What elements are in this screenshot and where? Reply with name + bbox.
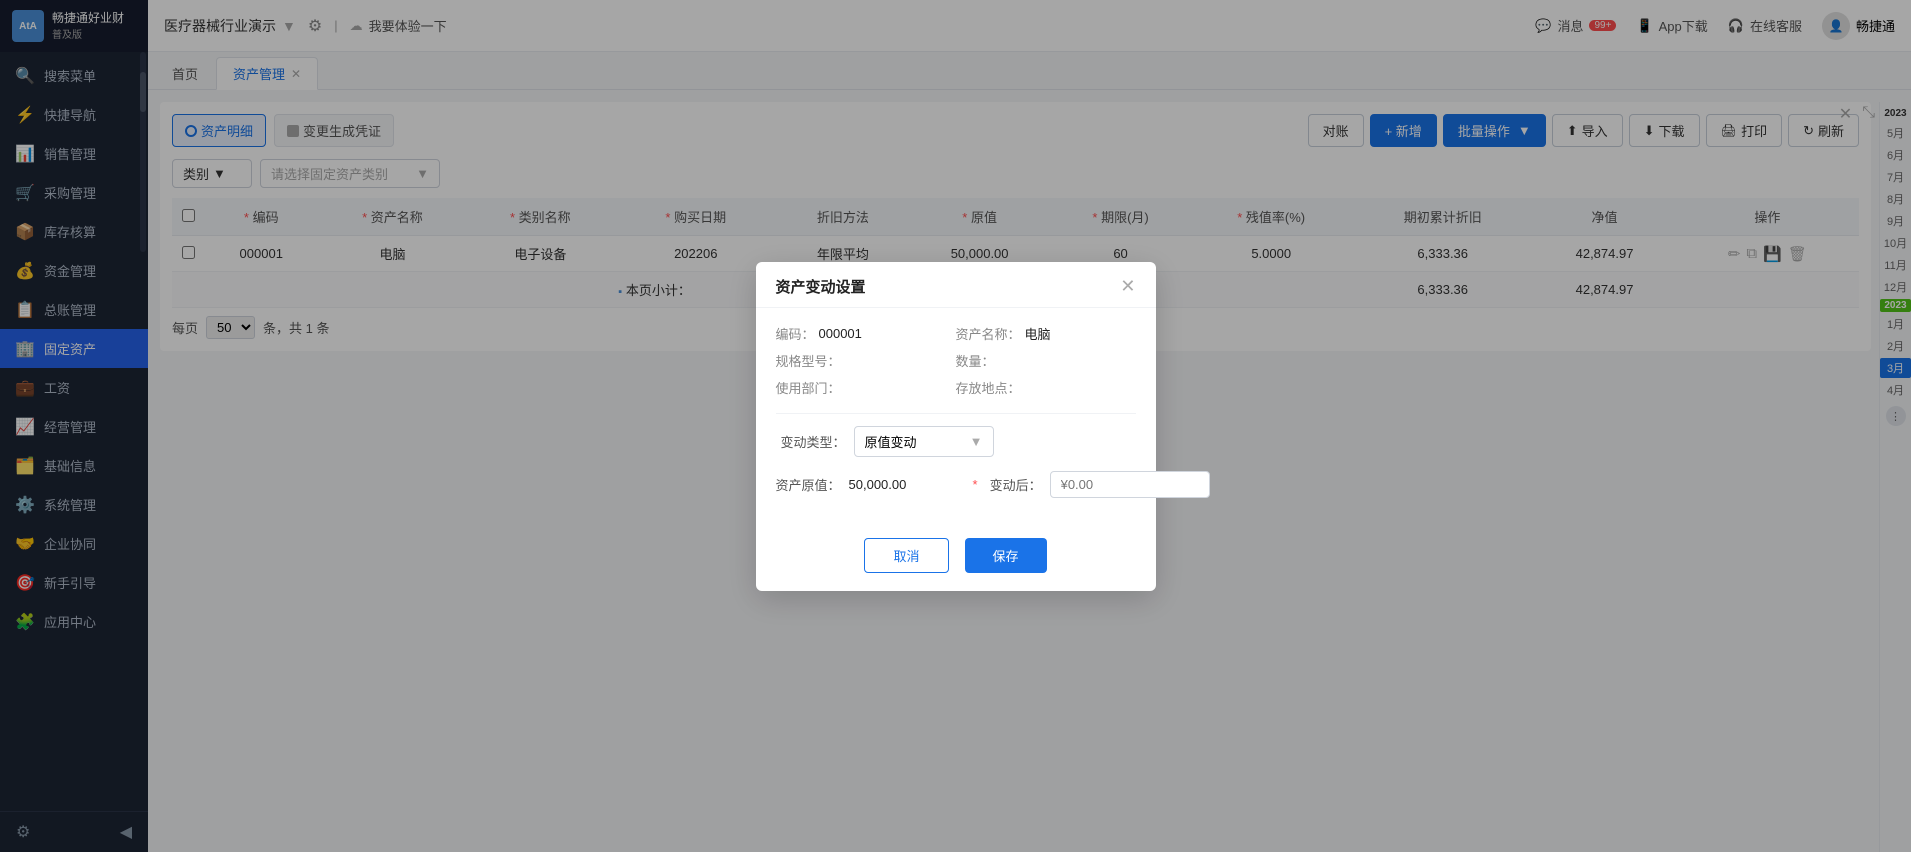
change-type-chevron-icon: ▼ [970, 434, 983, 449]
modal-overlay: 资产变动设置 ✕ 编码： 000001 资产名称： 电脑 规格型号： 数 [0, 0, 1911, 852]
dialog-spec-row: 规格型号： [776, 351, 956, 370]
dialog-value-row: 资产原值： 50,000.00 * 变动后： [776, 471, 1136, 498]
dialog-info-grid: 编码： 000001 资产名称： 电脑 规格型号： 数量： 使用部门： [776, 324, 1136, 397]
change-type-select[interactable]: 原值变动 ▼ [854, 426, 994, 457]
dialog-name-row: 资产名称： 电脑 [956, 324, 1136, 343]
after-value-input[interactable] [1050, 471, 1210, 498]
required-mark: * [973, 477, 978, 492]
dialog-divider [776, 413, 1136, 414]
dialog-code-row: 编码： 000001 [776, 324, 956, 343]
save-button[interactable]: 保存 [965, 538, 1047, 573]
dialog-close-button[interactable]: ✕ [1120, 276, 1135, 297]
asset-change-dialog: 资产变动设置 ✕ 编码： 000001 资产名称： 电脑 规格型号： 数 [756, 262, 1156, 591]
dialog-title: 资产变动设置 [776, 276, 866, 297]
dialog-location-row: 存放地点： [956, 378, 1136, 397]
cancel-button[interactable]: 取消 [864, 538, 948, 573]
dialog-dept-row: 使用部门： [776, 378, 956, 397]
dialog-footer: 取消 保存 [756, 528, 1156, 591]
dialog-change-type-row: 变动类型： 原值变动 ▼ [776, 426, 1136, 457]
dialog-quantity-row: 数量： [956, 351, 1136, 370]
dialog-header: 资产变动设置 ✕ [756, 262, 1156, 308]
dialog-body: 编码： 000001 资产名称： 电脑 规格型号： 数量： 使用部门： [756, 308, 1156, 528]
